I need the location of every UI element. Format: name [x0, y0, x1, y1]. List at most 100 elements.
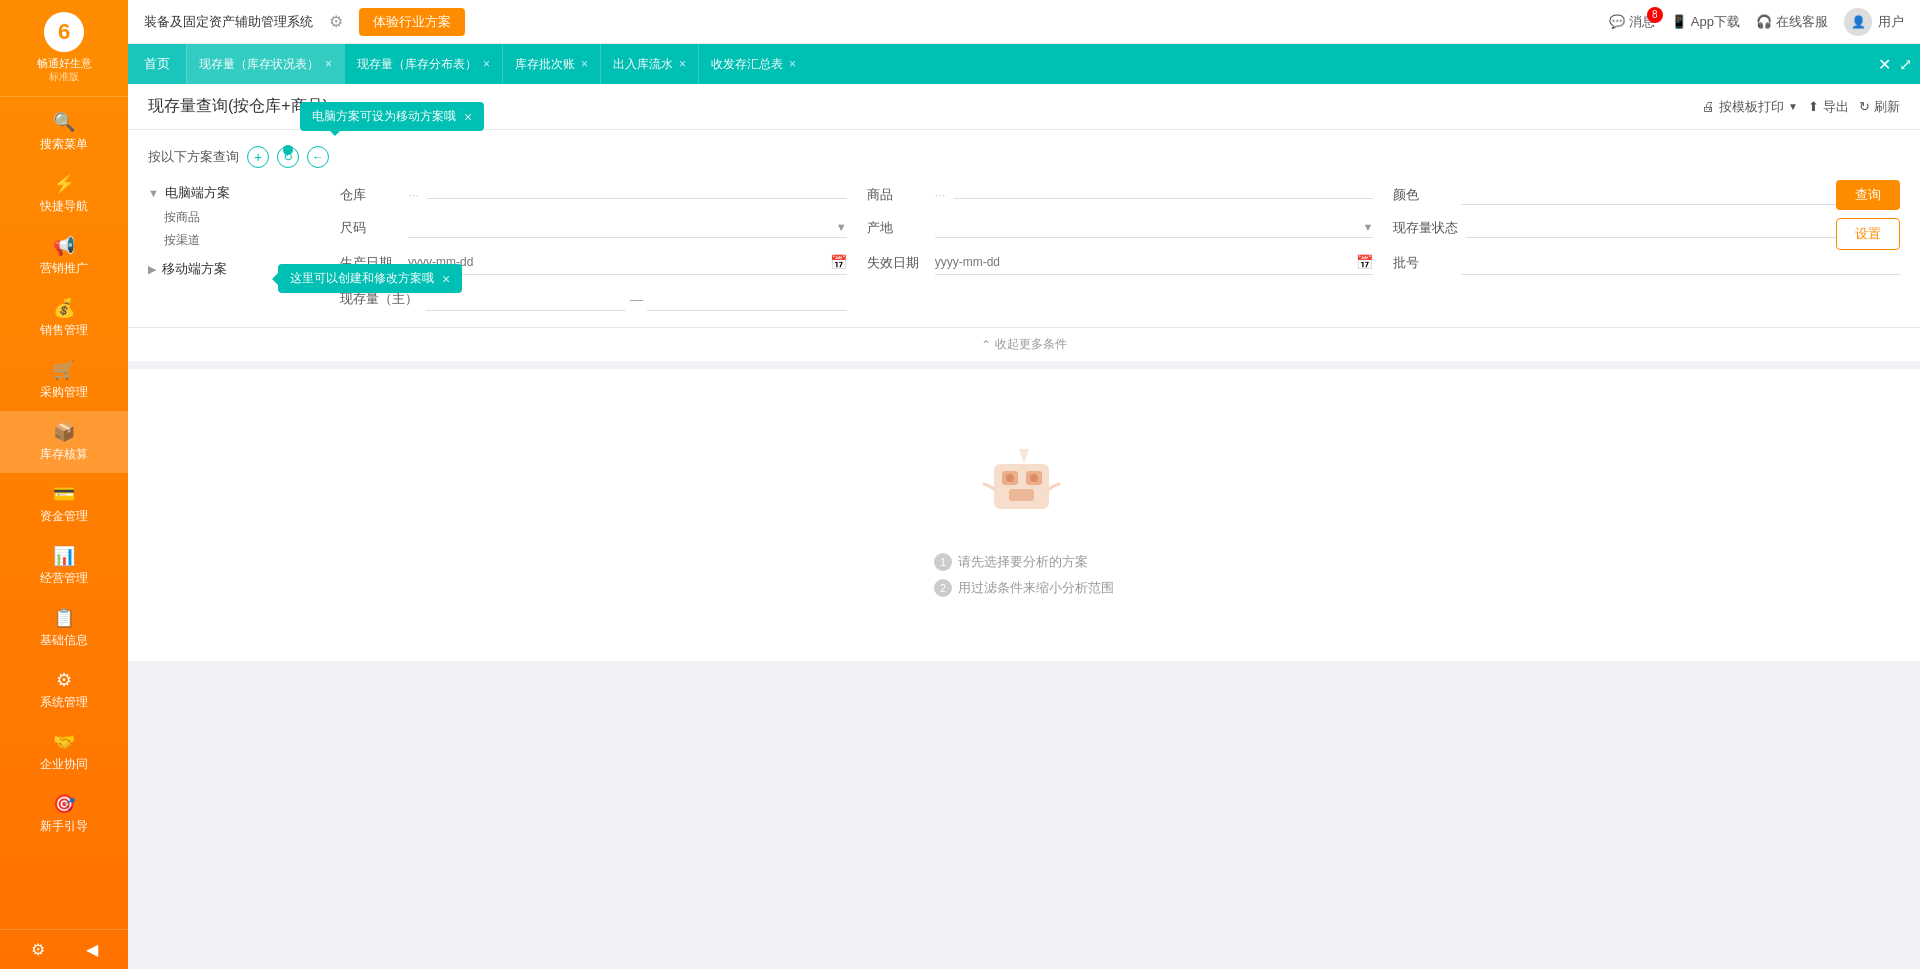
tab-inventory-status[interactable]: 现存量（库存状况表） × — [186, 44, 344, 84]
logo-text: 畅通好生意 — [37, 56, 92, 70]
empty-hint-2: 2 用过滤条件来缩小分析范围 — [934, 575, 1114, 601]
hint2-num: 2 — [934, 579, 952, 597]
sidebar-item-marketing[interactable]: 📢 营销推广 — [0, 225, 128, 287]
print-label: 按模板打印 — [1719, 98, 1784, 116]
print-dropdown-icon: ▼ — [1788, 101, 1798, 112]
collapse-sidebar-icon[interactable]: ◀ — [86, 940, 98, 959]
user-label: 用户 — [1878, 13, 1904, 31]
user-menu[interactable]: 👤 用户 — [1844, 8, 1904, 36]
sidebar-item-purchase[interactable]: 🛒 采购管理 — [0, 349, 128, 411]
tab-home[interactable]: 首页 — [128, 44, 186, 84]
filter-header: 按以下方案查询 + ↻ ← 电脑方案可设为移动方案哦 × — [148, 146, 1900, 168]
filter-back-button[interactable]: ← — [307, 146, 329, 168]
sidebar-item-label: 经营管理 — [40, 570, 88, 587]
logo-icon: 6 — [44, 12, 84, 52]
sidebar-item-basic[interactable]: 📋 基础信息 — [0, 597, 128, 659]
tab-collect-send[interactable]: 收发存汇总表 × — [698, 44, 808, 84]
pc-scheme-item[interactable]: ▼ 电脑端方案 — [148, 180, 1900, 206]
chart-icon: 📊 — [53, 545, 75, 567]
topbar-gear-icon[interactable]: ⚙ — [329, 12, 343, 31]
tab-inventory-dist[interactable]: 现存量（库存分布表） × — [344, 44, 502, 84]
refresh-label: 刷新 — [1874, 98, 1900, 116]
trial-button[interactable]: 体验行业方案 — [359, 8, 465, 36]
refresh-icon: ↻ — [1859, 99, 1870, 114]
sidebar-item-quick-nav[interactable]: ⚡ 快捷导航 — [0, 163, 128, 225]
sidebar-item-enterprise[interactable]: 🤝 企业协同 — [0, 721, 128, 783]
sidebar-item-label: 资金管理 — [40, 508, 88, 525]
clipboard-icon: 📋 — [53, 607, 75, 629]
setup-button[interactable]: 设置 — [1836, 218, 1900, 250]
printer-icon: 🖨 — [1702, 99, 1715, 114]
sidebar-nav: 🔍 搜索菜单 ⚡ 快捷导航 📢 营销推广 💰 销售管理 🛒 采购管理 📦 库存核… — [0, 97, 128, 929]
tab-close-icon[interactable]: × — [483, 57, 490, 71]
tab-close-icon[interactable]: × — [789, 57, 796, 71]
content-area: 现存量查询(按仓库+商品) 🖨 按模板打印 ▼ ⬆ 导出 ↻ 刷新 — [128, 84, 1920, 969]
sidebar-item-label: 基础信息 — [40, 632, 88, 649]
tooltip2-close-icon[interactable]: × — [442, 271, 450, 287]
tab-label: 库存批次账 — [515, 56, 575, 73]
range-dash: — — [630, 292, 643, 307]
empty-text: 1 请先选择要分析的方案 2 用过滤条件来缩小分析范围 — [934, 549, 1114, 601]
tooltip1-close-icon[interactable]: × — [464, 109, 472, 125]
filter-refresh-button[interactable]: ↻ — [277, 146, 299, 168]
export-button[interactable]: ⬆ 导出 — [1808, 98, 1849, 116]
print-button[interactable]: 🖨 按模板打印 ▼ — [1702, 98, 1798, 116]
sidebar-item-search[interactable]: 🔍 搜索菜单 — [0, 101, 128, 163]
sidebar-bottom: ⚙ ◀ — [0, 929, 128, 969]
filter-action-buttons: 查询 设置 — [1836, 180, 1900, 250]
headset-icon: 🎧 — [1756, 14, 1772, 29]
gear-icon: ⚙ — [56, 669, 72, 691]
tab-close-icon[interactable]: × — [581, 57, 588, 71]
tooltip-create-scheme: 这里可以创建和修改方案哦 × — [278, 264, 462, 293]
sidebar-item-system[interactable]: ⚙ 系统管理 — [0, 659, 128, 721]
sidebar-item-label: 营销推广 — [40, 260, 88, 277]
page-actions: 🖨 按模板打印 ▼ ⬆ 导出 ↻ 刷新 — [1702, 98, 1900, 116]
sidebar-item-sales[interactable]: 💰 销售管理 — [0, 287, 128, 349]
sidebar-item-operations[interactable]: 📊 经营管理 — [0, 535, 128, 597]
tabs-bar: 首页 现存量（库存状况表） × 现存量（库存分布表） × 库存批次账 × 出入库… — [128, 44, 1920, 84]
tabs-close-all-icon[interactable]: ✕ — [1878, 55, 1891, 74]
sub-item-label: 按渠道 — [164, 232, 200, 249]
tab-batch-ledger[interactable]: 库存批次账 × — [502, 44, 600, 84]
stock-qty-range: — — [426, 287, 847, 311]
sidebar-item-finance[interactable]: 💳 资金管理 — [0, 473, 128, 535]
sidebar-item-label: 采购管理 — [40, 384, 88, 401]
card-icon: 💳 — [53, 483, 75, 505]
refresh-button[interactable]: ↻ 刷新 — [1859, 98, 1900, 116]
sidebar-item-guide[interactable]: 🎯 新手引导 — [0, 783, 128, 845]
tabs-maximize-icon[interactable]: ⤢ — [1899, 55, 1912, 74]
scheme-by-goods[interactable]: 按商品 — [164, 206, 1900, 229]
main-area: 装备及固定资产辅助管理系统 ⚙ 体验行业方案 💬 消息 8 📱 App下载 🎧 … — [128, 0, 1920, 969]
svg-point-5 — [1030, 474, 1038, 482]
scheme-tree: ▼ 电脑端方案 按商品 按渠道 这里可以创建和修改方案哦 × — [148, 180, 1900, 282]
tab-in-out-flow[interactable]: 出入库流水 × — [600, 44, 698, 84]
sidebar-item-label: 快捷导航 — [40, 198, 88, 215]
svg-rect-0 — [994, 464, 1049, 509]
tab-close-icon[interactable]: × — [325, 57, 332, 71]
lightning-icon: ⚡ — [53, 173, 75, 195]
target-icon: 🎯 — [53, 793, 75, 815]
box-icon: 📦 — [53, 421, 75, 443]
sidebar-item-label: 库存核算 — [40, 446, 88, 463]
settings-bottom-icon[interactable]: ⚙ — [31, 940, 45, 959]
filter-label: 按以下方案查询 — [148, 148, 239, 166]
service-button[interactable]: 🎧 在线客服 — [1756, 13, 1828, 31]
message-button[interactable]: 💬 消息 8 — [1609, 13, 1655, 31]
export-label: 导出 — [1823, 98, 1849, 116]
scheme-by-channel[interactable]: 按渠道 — [164, 229, 1900, 252]
search-button[interactable]: 查询 — [1836, 180, 1900, 210]
tab-close-icon[interactable]: × — [679, 57, 686, 71]
stock-qty-max[interactable] — [647, 287, 847, 311]
app-download-button[interactable]: 📱 App下载 — [1671, 13, 1740, 31]
sidebar-item-inventory[interactable]: 📦 库存核算 — [0, 411, 128, 473]
chevron-down-icon: ▼ — [148, 187, 159, 199]
filter-add-button[interactable]: + — [247, 146, 269, 168]
phone-icon: 📱 — [1671, 14, 1687, 29]
sidebar: 6 畅通好生意 标准版 🔍 搜索菜单 ⚡ 快捷导航 📢 营销推广 💰 销售管理 … — [0, 0, 128, 969]
handshake-icon: 🤝 — [53, 731, 75, 753]
cart-icon: 🛒 — [53, 359, 75, 381]
svg-point-4 — [1006, 474, 1014, 482]
pc-scheme-label: 电脑端方案 — [165, 184, 230, 202]
collapse-bar[interactable]: ⌃ 收起更多条件 — [128, 328, 1920, 361]
dot-indicator — [283, 145, 293, 155]
